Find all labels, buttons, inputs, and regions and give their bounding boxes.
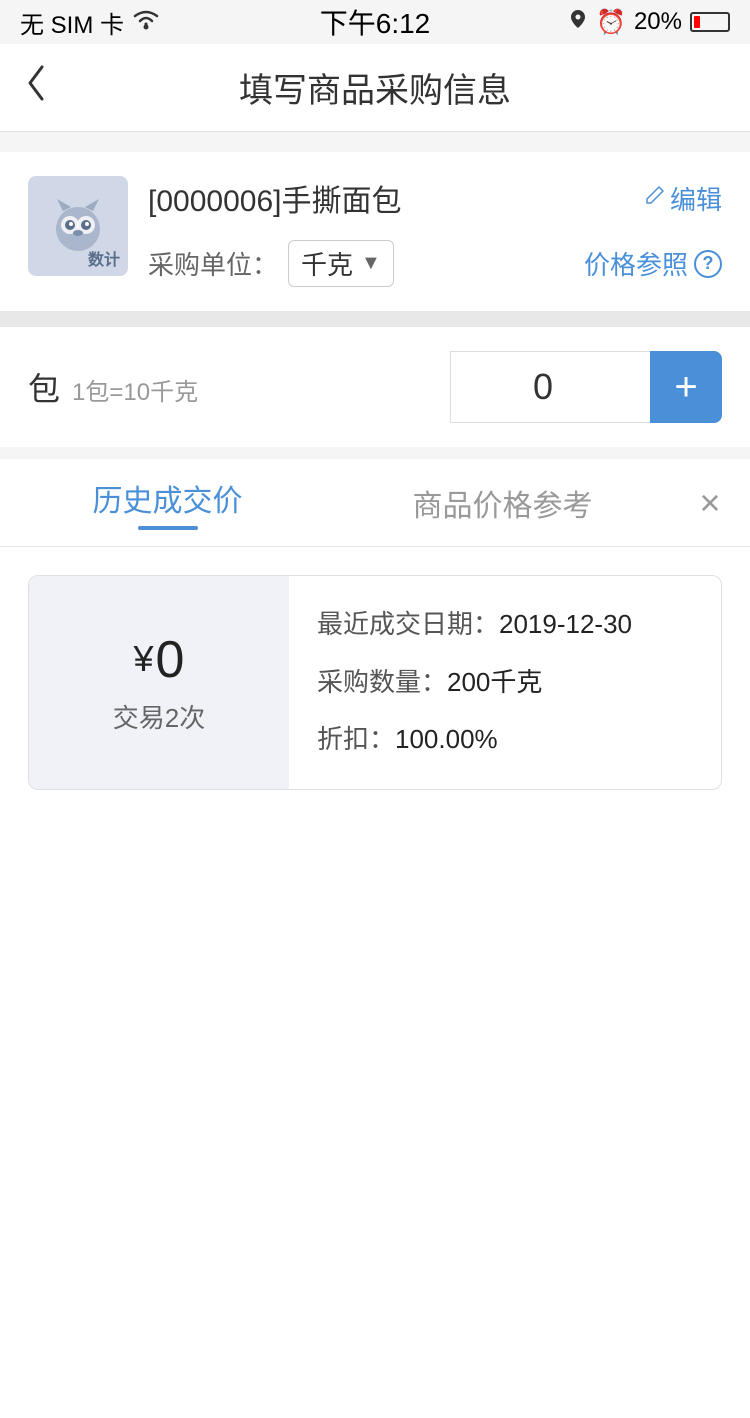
tab-reference-label: 商品价格参考 — [413, 481, 593, 525]
help-icon: ? — [694, 250, 722, 278]
quantity-input[interactable] — [450, 351, 650, 423]
recent-date-label: 最近成交日期： — [317, 609, 499, 639]
recent-date-row: 最近成交日期：2019-12-30 — [317, 604, 693, 646]
edit-icon — [644, 184, 666, 212]
unit-row: 采购单位： 千克 ▼ 价格参照 ? — [148, 240, 722, 287]
unit-label: 采购单位： — [148, 245, 278, 282]
thumbnail-label: 数计 — [88, 246, 120, 270]
price-transactions: 交易2次 — [113, 698, 205, 735]
chevron-down-icon: ▼ — [361, 252, 381, 275]
product-name: [0000006]手撕面包 — [148, 176, 401, 220]
tab-section: 历史成交价 商品价格参考 × ¥0 交易2次 最近成交日期：2019-12-30 — [0, 459, 750, 818]
nav-bar: 填写商品采购信息 — [0, 44, 750, 132]
quantity-plus-button[interactable]: + — [650, 351, 722, 423]
discount-label: 折扣： — [317, 724, 395, 754]
tab-bar: 历史成交价 商品价格参考 × — [0, 459, 750, 547]
recent-date-value: 2019-12-30 — [499, 609, 632, 639]
discount-value: 100.00% — [395, 724, 498, 754]
price-cards-container: ¥0 交易2次 最近成交日期：2019-12-30 采购数量：200千克 折扣：… — [0, 547, 750, 818]
quantity-unit-main: 包 — [28, 364, 60, 410]
alarm-icon: ⏰ — [596, 8, 626, 37]
quantity-unit-sub: 1包=10千克 — [72, 372, 198, 407]
location-icon — [568, 8, 588, 37]
discount-row: 折扣：100.00% — [317, 719, 693, 761]
edit-label: 编辑 — [670, 180, 722, 217]
quantity-label: 包 1包=10千克 — [28, 364, 198, 410]
edit-link[interactable]: 编辑 — [644, 180, 722, 217]
purchase-quantity-row: 采购数量：200千克 — [317, 662, 693, 704]
tab-history-label: 历史成交价 — [93, 476, 243, 520]
product-thumbnail: 数计 — [28, 176, 128, 276]
unit-select[interactable]: 千克 ▼ — [288, 240, 394, 287]
page-title: 填写商品采购信息 — [239, 63, 511, 112]
tab-active-indicator — [138, 526, 198, 530]
product-card: 数计 [0000006]手撕面包 编辑 采购单位： 千克 ▼ — [0, 152, 750, 311]
quantity-row: 包 1包=10千克 + — [0, 327, 750, 447]
back-button[interactable] — [24, 63, 48, 112]
quantity-input-row: + — [450, 351, 722, 423]
section-divider — [0, 311, 750, 327]
tab-history-price[interactable]: 历史成交价 — [0, 459, 335, 547]
unit-value: 千克 — [301, 245, 353, 282]
plus-icon: + — [674, 365, 697, 410]
price-ref-link[interactable]: 价格参照 ? — [584, 245, 722, 282]
quantity-label-detail: 采购数量： — [317, 667, 447, 697]
sim-label: 无 SIM 卡 — [20, 5, 124, 40]
battery-icon — [690, 12, 730, 32]
battery-percent: 20% — [634, 8, 682, 36]
price-ref-label: 价格参照 — [584, 245, 688, 282]
price-card-right: 最近成交日期：2019-12-30 采购数量：200千克 折扣：100.00% — [289, 576, 721, 789]
price-card: ¥0 交易2次 最近成交日期：2019-12-30 采购数量：200千克 折扣：… — [28, 575, 722, 790]
bottom-space — [0, 818, 750, 1418]
status-right: ⏰ 20% — [568, 8, 730, 37]
quantity-value-detail: 200千克 — [447, 667, 542, 697]
product-title-row: [0000006]手撕面包 编辑 — [148, 176, 722, 220]
price-display: ¥0 — [134, 630, 185, 690]
tab-product-price-reference[interactable]: 商品价格参考 — [335, 459, 670, 547]
status-bar: 无 SIM 卡 下午6:12 ⏰ 20% — [0, 0, 750, 44]
price-amount: 0 — [156, 631, 185, 689]
product-info: [0000006]手撕面包 编辑 采购单位： 千克 ▼ 价格参照 — [148, 176, 722, 287]
status-time: 下午6:12 — [320, 2, 431, 42]
price-card-left: ¥0 交易2次 — [29, 576, 289, 789]
tab-close-button[interactable]: × — [670, 459, 750, 547]
wifi-icon — [132, 8, 160, 37]
currency-symbol: ¥ — [134, 638, 154, 679]
close-icon: × — [699, 482, 720, 524]
status-left: 无 SIM 卡 — [20, 5, 160, 40]
